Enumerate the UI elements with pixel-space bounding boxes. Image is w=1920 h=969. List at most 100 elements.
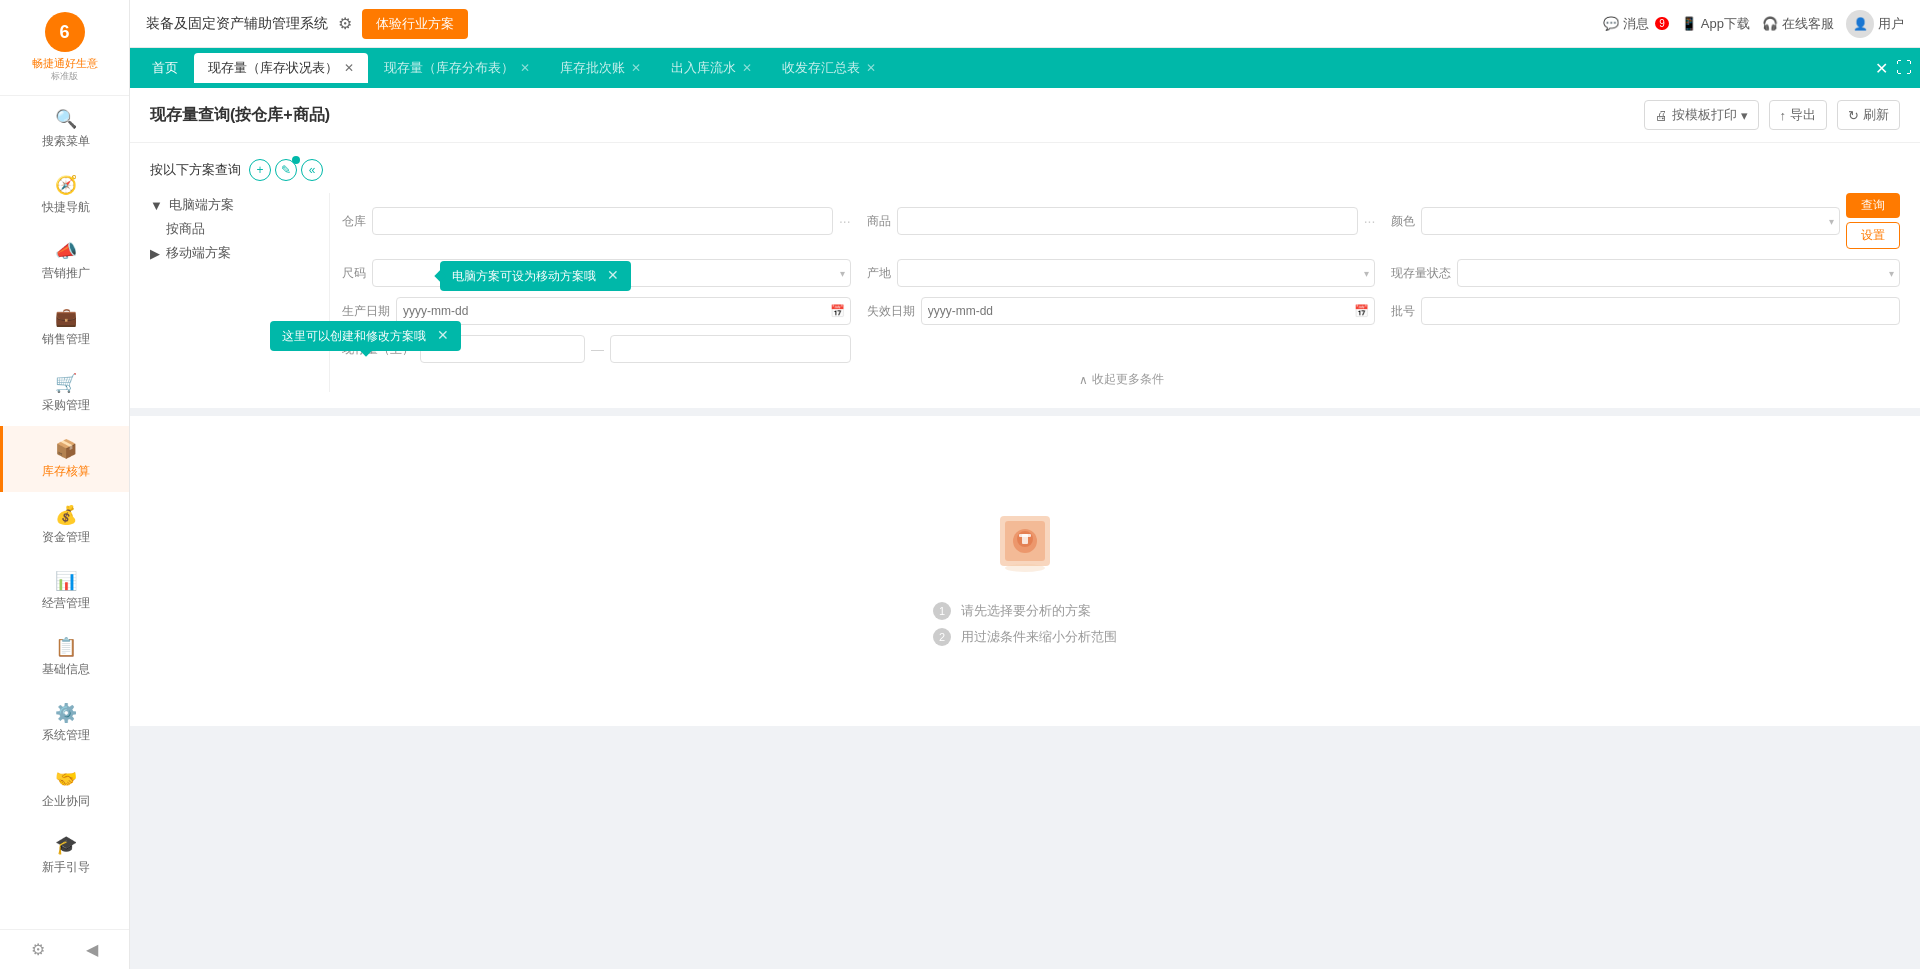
tab-close-all-icon[interactable]: ✕ bbox=[1875, 59, 1888, 78]
sidebar-item-search[interactable]: 🔍 搜索菜单 bbox=[0, 96, 129, 162]
range-dash: — bbox=[591, 342, 604, 357]
header-icons: 💬 消息 9 📱 App下载 🎧 在线客服 👤 用户 bbox=[1603, 10, 1904, 38]
scheme-panel: ▼ 电脑端方案 按商品 ▶ 移动端方案 bbox=[150, 193, 330, 392]
sidebar-item-label: 经营管理 bbox=[42, 595, 90, 612]
refresh-icon: ↻ bbox=[1848, 108, 1859, 123]
filter-area: 按以下方案查询 + ✎ « ▼ 电脑端 bbox=[130, 143, 1920, 408]
export-label: 导出 bbox=[1790, 106, 1816, 124]
sidebar-item-label: 销售管理 bbox=[42, 331, 90, 348]
sidebar-item-finance[interactable]: 💰 资金管理 bbox=[0, 492, 129, 558]
refresh-btn[interactable]: ↻ 刷新 bbox=[1837, 100, 1900, 130]
warehouse-dots[interactable]: ··· bbox=[839, 213, 851, 229]
print-template-btn[interactable]: 🖨 按模板打印 ▾ bbox=[1644, 100, 1759, 130]
color-label: 颜色 bbox=[1391, 213, 1415, 230]
sidebar-item-system[interactable]: ⚙️ 系统管理 bbox=[0, 690, 129, 756]
tooltip2-close[interactable]: ✕ bbox=[437, 327, 449, 343]
tab-close-icon[interactable]: ✕ bbox=[520, 61, 530, 75]
expiry-date-input[interactable] bbox=[921, 297, 1376, 325]
tab-close-icon[interactable]: ✕ bbox=[742, 61, 752, 75]
print-template-label: 按模板打印 bbox=[1672, 106, 1737, 124]
tab-close-icon[interactable]: ✕ bbox=[866, 61, 876, 75]
export-btn[interactable]: ↑ 导出 bbox=[1769, 100, 1828, 130]
logo-badge: 标准版 bbox=[51, 70, 78, 83]
filter-area-wrapper: 按以下方案查询 + ✎ « ▼ 电脑端 bbox=[130, 143, 1920, 408]
tab-actions: ✕ ⛶ bbox=[1875, 59, 1912, 78]
svg-rect-5 bbox=[1022, 534, 1028, 544]
collapse-row: ∧ 收起更多条件 bbox=[342, 363, 1900, 392]
tab-in-out-flow[interactable]: 出入库流水 ✕ bbox=[657, 53, 766, 83]
tab-inventory-status[interactable]: 现存量（库存状况表） ✕ bbox=[194, 53, 368, 83]
notification-item[interactable]: 💬 消息 9 bbox=[1603, 15, 1669, 33]
collapse-btn[interactable]: ∧ 收起更多条件 bbox=[1079, 371, 1164, 388]
origin-select[interactable] bbox=[897, 259, 1376, 287]
color-select[interactable] bbox=[1421, 207, 1840, 235]
tab-inventory-status-label: 现存量（库存状况表） bbox=[208, 59, 338, 77]
inventory-main-max-input[interactable] bbox=[610, 335, 851, 363]
system-name: 装备及固定资产辅助管理系统 bbox=[146, 15, 328, 33]
add-scheme-btn[interactable]: + bbox=[249, 159, 271, 181]
prod-date-input[interactable] bbox=[396, 297, 851, 325]
user-item[interactable]: 👤 用户 bbox=[1846, 10, 1904, 38]
step-2-text: 用过滤条件来缩小分析范围 bbox=[961, 628, 1117, 646]
color-select-wrap bbox=[1421, 207, 1840, 235]
settings-bottom-icon[interactable]: ⚙ bbox=[31, 940, 45, 959]
phone-icon: 📱 bbox=[1681, 16, 1697, 31]
sidebar-item-operations[interactable]: 📊 经营管理 bbox=[0, 558, 129, 624]
scheme-mobile[interactable]: ▶ 移动端方案 bbox=[150, 241, 317, 265]
avatar: 👤 bbox=[1846, 10, 1874, 38]
goods-dots[interactable]: ··· bbox=[1364, 213, 1376, 229]
reset-btn[interactable]: 设置 bbox=[1846, 222, 1900, 249]
logo-icon: 6 bbox=[45, 12, 85, 52]
sidebar-item-enterprise[interactable]: 🤝 企业协同 bbox=[0, 756, 129, 822]
gear-icon: ⚙️ bbox=[55, 702, 77, 724]
tooltip1-text: 电脑方案可设为移动方案哦 bbox=[452, 269, 596, 283]
batch-input[interactable] bbox=[1421, 297, 1900, 325]
industry-btn[interactable]: 体验行业方案 bbox=[362, 9, 468, 39]
tab-home[interactable]: 首页 bbox=[138, 53, 192, 83]
collapse-icon[interactable]: ◀ bbox=[86, 940, 98, 959]
app-download-item[interactable]: 📱 App下载 bbox=[1681, 15, 1750, 33]
back-scheme-btn[interactable]: « bbox=[301, 159, 323, 181]
search-btn[interactable]: 查询 bbox=[1846, 193, 1900, 218]
goods-input[interactable] bbox=[897, 207, 1358, 235]
filter-header: 按以下方案查询 + ✎ « bbox=[150, 159, 1900, 181]
tab-batch-account-label: 库存批次账 bbox=[560, 59, 625, 77]
sidebar-item-marketing[interactable]: 📣 营销推广 bbox=[0, 228, 129, 294]
print-icon: 🖨 bbox=[1655, 108, 1668, 123]
megaphone-icon: 📣 bbox=[55, 240, 77, 262]
tab-bar: 首页 现存量（库存状况表） ✕ 现存量（库存分布表） ✕ 库存批次账 ✕ 出入库… bbox=[130, 48, 1920, 88]
sidebar-item-quick[interactable]: 🧭 快捷导航 bbox=[0, 162, 129, 228]
sidebar-item-sales[interactable]: 💼 销售管理 bbox=[0, 294, 129, 360]
tab-collect-summary[interactable]: 收发存汇总表 ✕ bbox=[768, 53, 890, 83]
tab-close-icon[interactable]: ✕ bbox=[631, 61, 641, 75]
tooltip1-close[interactable]: ✕ bbox=[607, 267, 619, 283]
sidebar-item-label: 快捷导航 bbox=[42, 199, 90, 216]
sidebar-item-guide[interactable]: 🎓 新手引导 bbox=[0, 822, 129, 888]
warehouse-input[interactable] bbox=[372, 207, 833, 235]
main-area: 装备及固定资产辅助管理系统 ⚙ 体验行业方案 💬 消息 9 📱 App下载 🎧 … bbox=[130, 0, 1920, 969]
online-support-item[interactable]: 🎧 在线客服 bbox=[1762, 15, 1834, 33]
sidebar-item-label: 基础信息 bbox=[42, 661, 90, 678]
svg-point-6 bbox=[1005, 564, 1045, 572]
edit-scheme-btn[interactable]: ✎ bbox=[275, 159, 297, 181]
sidebar-item-label: 企业协同 bbox=[42, 793, 90, 810]
tab-close-icon[interactable]: ✕ bbox=[344, 61, 354, 75]
page-actions: 🖨 按模板打印 ▾ ↑ 导出 ↻ 刷新 bbox=[1644, 100, 1901, 130]
scheme-mobile-label: 移动端方案 bbox=[166, 244, 231, 262]
tab-inventory-dist[interactable]: 现存量（库存分布表） ✕ bbox=[370, 53, 544, 83]
empty-steps: 1 请先选择要分析的方案 2 用过滤条件来缩小分析范围 bbox=[933, 602, 1117, 646]
tooltip2-popup: 这里可以创建和修改方案哦 ✕ bbox=[270, 321, 461, 351]
sidebar-item-purchase[interactable]: 🛒 采购管理 bbox=[0, 360, 129, 426]
page-header: 现存量查询(按仓库+商品) 🖨 按模板打印 ▾ ↑ 导出 ↻ 刷新 bbox=[130, 88, 1920, 143]
sidebar-item-basic[interactable]: 📋 基础信息 bbox=[0, 624, 129, 690]
tab-batch-account[interactable]: 库存批次账 ✕ bbox=[546, 53, 655, 83]
tab-expand-icon[interactable]: ⛶ bbox=[1896, 59, 1912, 77]
scheme-desktop-sub[interactable]: 按商品 bbox=[166, 217, 317, 241]
inventory-status-select[interactable] bbox=[1457, 259, 1900, 287]
page-title: 现存量查询(按仓库+商品) bbox=[150, 105, 330, 126]
sidebar-item-label: 搜索菜单 bbox=[42, 133, 90, 150]
warehouse-cell: 仓库 ··· bbox=[342, 193, 851, 249]
scheme-desktop[interactable]: ▼ 电脑端方案 bbox=[150, 193, 317, 217]
system-gear-icon[interactable]: ⚙ bbox=[338, 14, 352, 33]
sidebar-item-inventory[interactable]: 📦 库存核算 bbox=[0, 426, 129, 492]
